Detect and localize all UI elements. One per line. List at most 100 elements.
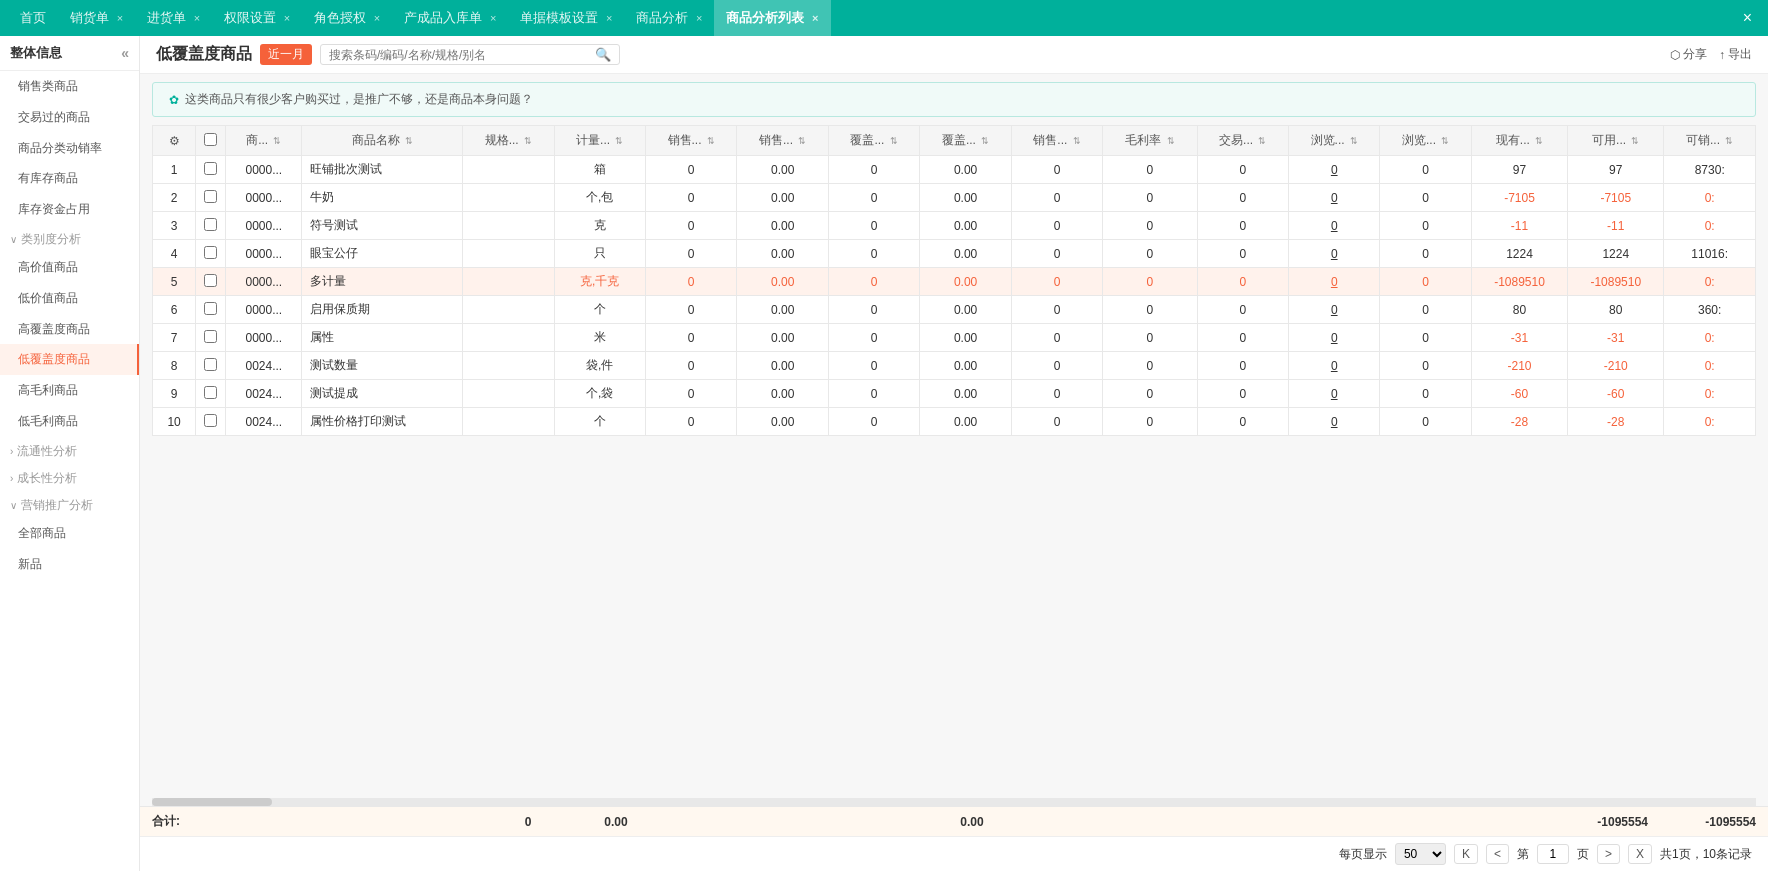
row-checkbox-cell[interactable] <box>196 240 226 268</box>
row-checkbox-cell[interactable] <box>196 268 226 296</box>
settings-icon[interactable]: ⚙ <box>169 134 180 148</box>
unit-column-header[interactable]: 计量... ⇅ <box>554 126 645 156</box>
nav-tab-product-storage[interactable]: 产成品入库单 × <box>392 0 508 36</box>
scrollbar-thumb[interactable] <box>152 798 272 806</box>
cover1-column-header[interactable]: 覆盖... ⇅ <box>828 126 919 156</box>
row-checkbox[interactable] <box>204 218 217 231</box>
row-checkbox[interactable] <box>204 414 217 427</box>
row-checkbox[interactable] <box>204 190 217 203</box>
name-column-header[interactable]: 商品名称 ⇅ <box>302 126 463 156</box>
sidebar-item-new-goods[interactable]: 新品 <box>0 549 139 580</box>
row-checkbox-cell[interactable] <box>196 296 226 324</box>
row-checkbox-cell[interactable] <box>196 352 226 380</box>
sidebar-item-low-coverage[interactable]: 低覆盖度商品 <box>0 344 139 375</box>
row-saleable: 0: <box>1664 268 1756 296</box>
row-checkbox[interactable] <box>204 358 217 371</box>
sales-qty-column-header[interactable]: 销售... ⇅ <box>645 126 736 156</box>
sidebar-collapse-icon[interactable]: « <box>121 45 129 61</box>
row-browse1[interactable]: 0 <box>1289 240 1380 268</box>
first-page-button[interactable]: K <box>1454 844 1478 864</box>
settings-column-header[interactable]: ⚙ <box>153 126 196 156</box>
cover2-column-header[interactable]: 覆盖... ⇅ <box>920 126 1011 156</box>
row-checkbox-cell[interactable] <box>196 380 226 408</box>
prev-page-button[interactable]: < <box>1486 844 1509 864</box>
browse2-column-header[interactable]: 浏览... ⇅ <box>1380 126 1471 156</box>
row-checkbox-cell[interactable] <box>196 212 226 240</box>
current-stock-column-header[interactable]: 现有... ⇅ <box>1471 126 1567 156</box>
sales3-column-header[interactable]: 销售... ⇅ <box>1011 126 1102 156</box>
search-icon[interactable]: 🔍 <box>595 47 611 62</box>
row-browse1[interactable]: 0 <box>1289 156 1380 184</box>
select-all-checkbox[interactable] <box>204 133 217 146</box>
available-stock-column-header[interactable]: 可用... ⇅ <box>1568 126 1664 156</box>
page-size-select[interactable]: 50 100 200 <box>1395 843 1446 865</box>
export-button[interactable]: ↑ 导出 <box>1719 46 1752 63</box>
sidebar-item-low-profit[interactable]: 低毛利商品 <box>0 406 139 437</box>
sidebar-item-category-rate[interactable]: 商品分类动销率 <box>0 133 139 164</box>
saleable-column-header[interactable]: 可销... ⇅ <box>1664 126 1756 156</box>
row-browse1[interactable]: 0 <box>1289 324 1380 352</box>
nav-tab-purchase[interactable]: 进货单 × <box>135 0 212 36</box>
sidebar-item-high-value[interactable]: 高价值商品 <box>0 252 139 283</box>
sidebar-section-marketing[interactable]: ∨ 营销推广分析 <box>0 491 139 518</box>
row-browse1[interactable]: 0 <box>1289 352 1380 380</box>
sidebar-item-all-goods[interactable]: 全部商品 <box>0 518 139 549</box>
row-browse1[interactable]: 0 <box>1289 296 1380 324</box>
gross-margin-column-header[interactable]: 毛利率 ⇅ <box>1103 126 1197 156</box>
nav-tab-analysis[interactable]: 商品分析 × <box>624 0 714 36</box>
nav-tab-analysis-list[interactable]: 商品分析列表 × <box>714 0 830 36</box>
transaction-column-header[interactable]: 交易... ⇅ <box>1197 126 1288 156</box>
close-tab-purchase[interactable]: × <box>194 12 200 24</box>
sidebar-item-low-value[interactable]: 低价值商品 <box>0 283 139 314</box>
sales-amt-column-header[interactable]: 销售... ⇅ <box>737 126 828 156</box>
checkbox-column-header[interactable] <box>196 126 226 156</box>
close-tab-roles[interactable]: × <box>374 12 380 24</box>
sidebar-section-circulation[interactable]: › 流通性分析 <box>0 437 139 464</box>
sidebar-item-sales-goods[interactable]: 销售类商品 <box>0 71 139 102</box>
row-browse1[interactable]: 0 <box>1289 212 1380 240</box>
row-checkbox[interactable] <box>204 330 217 343</box>
last-page-button[interactable]: X <box>1628 844 1652 864</box>
row-browse1[interactable]: 0 <box>1289 268 1380 296</box>
row-browse1[interactable]: 0 <box>1289 380 1380 408</box>
code-column-header[interactable]: 商... ⇅ <box>226 126 302 156</box>
nav-tab-sales[interactable]: 销货单 × <box>58 0 135 36</box>
row-checkbox[interactable] <box>204 246 217 259</box>
sidebar-section-category[interactable]: ∨ 类别度分析 <box>0 225 139 252</box>
nav-tab-template[interactable]: 单据模板设置 × <box>508 0 624 36</box>
row-checkbox[interactable] <box>204 302 217 315</box>
share-button[interactable]: ⬡ 分享 <box>1670 46 1707 63</box>
row-browse1[interactable]: 0 <box>1289 408 1380 436</box>
browse1-column-header[interactable]: 浏览... ⇅ <box>1289 126 1380 156</box>
row-browse1[interactable]: 0 <box>1289 184 1380 212</box>
window-close-button[interactable]: × <box>1735 5 1760 31</box>
nav-tab-home[interactable]: 首页 <box>8 0 58 36</box>
row-checkbox-cell[interactable] <box>196 324 226 352</box>
nav-tab-permissions[interactable]: 权限设置 × <box>212 0 302 36</box>
sidebar-section-growth[interactable]: › 成长性分析 <box>0 464 139 491</box>
close-tab-analysis-list[interactable]: × <box>812 12 818 24</box>
row-checkbox[interactable] <box>204 386 217 399</box>
close-tab-analysis[interactable]: × <box>696 12 702 24</box>
nav-tab-roles[interactable]: 角色授权 × <box>302 0 392 36</box>
row-checkbox[interactable] <box>204 162 217 175</box>
close-tab-sales[interactable]: × <box>117 12 123 24</box>
close-tab-product-storage[interactable]: × <box>490 12 496 24</box>
row-checkbox-cell[interactable] <box>196 184 226 212</box>
search-input[interactable] <box>329 48 595 62</box>
horizontal-scrollbar[interactable] <box>152 798 1756 806</box>
sidebar-item-stock-goods[interactable]: 有库存商品 <box>0 163 139 194</box>
sidebar-item-high-coverage[interactable]: 高覆盖度商品 <box>0 314 139 345</box>
spec-column-header[interactable]: 规格... ⇅ <box>463 126 554 156</box>
row-checkbox-cell[interactable] <box>196 408 226 436</box>
row-checkbox[interactable] <box>204 274 217 287</box>
sidebar-item-high-profit[interactable]: 高毛利商品 <box>0 375 139 406</box>
page-number-input[interactable] <box>1537 844 1569 864</box>
sidebar-item-traded-goods[interactable]: 交易过的商品 <box>0 102 139 133</box>
close-tab-permissions[interactable]: × <box>284 12 290 24</box>
row-checkbox-cell[interactable] <box>196 156 226 184</box>
date-filter-button[interactable]: 近一月 <box>260 44 312 65</box>
next-page-button[interactable]: > <box>1597 844 1620 864</box>
close-tab-template[interactable]: × <box>606 12 612 24</box>
sidebar-item-stock-capital[interactable]: 库存资金占用 <box>0 194 139 225</box>
